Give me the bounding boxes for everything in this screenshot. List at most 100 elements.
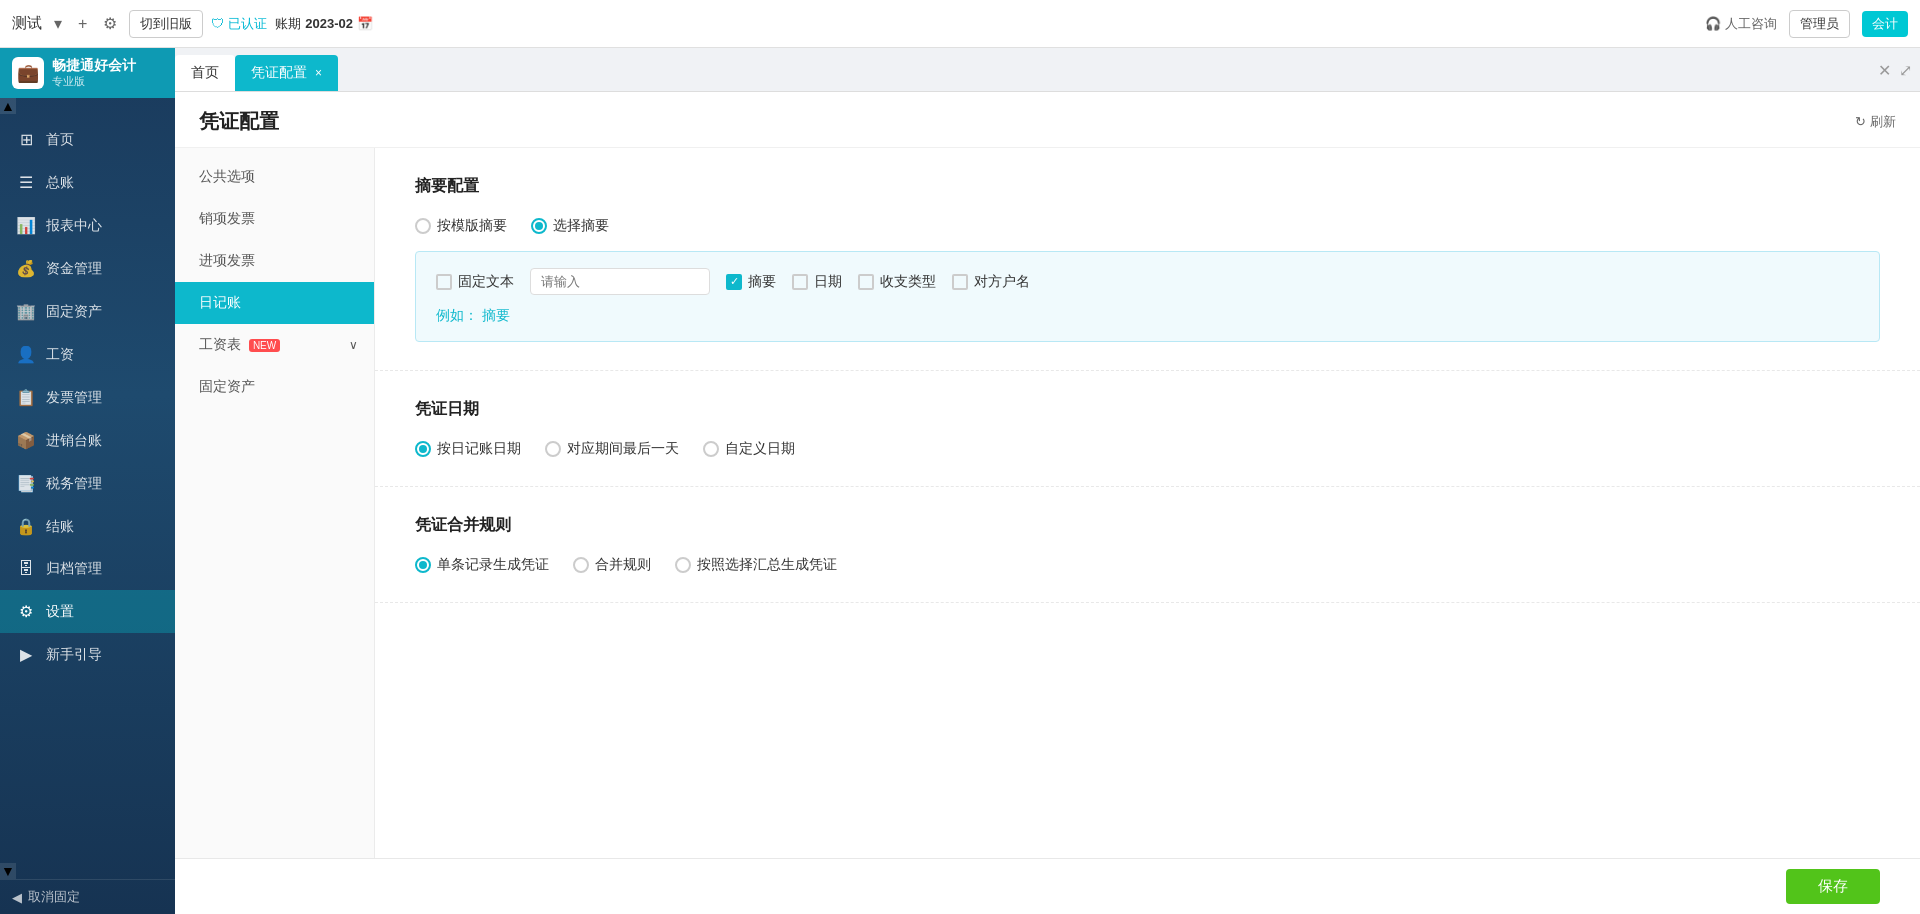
date-option-custom[interactable]: 自定义日期 <box>703 440 795 458</box>
sidebar-scroll-up-btn[interactable]: ▲ <box>0 98 16 114</box>
sidebar-item-close[interactable]: 🔒 结账 <box>0 505 175 548</box>
config-nav-journal[interactable]: 日记账 <box>175 282 374 324</box>
sidebar-item-tax[interactable]: 📑 税务管理 <box>0 462 175 505</box>
save-button[interactable]: 保存 <box>1786 869 1880 904</box>
tab-actions: ✕ ⤢ <box>1878 60 1912 79</box>
home-icon: ⊞ <box>16 130 36 149</box>
radio-last-day <box>545 441 561 457</box>
sidebar-item-ledger[interactable]: ☰ 总账 <box>0 161 175 204</box>
radio-choose <box>531 218 547 234</box>
radio-custom-date <box>703 441 719 457</box>
workspace-name: 测试 <box>12 14 42 33</box>
sidebar-logo: 💼 畅捷通好会计 专业版 <box>0 48 175 98</box>
tab-bar: 首页 凭证配置 × ✕ ⤢ <box>175 48 1920 92</box>
logo-text-block: 畅捷通好会计 专业版 <box>52 57 136 89</box>
shield-icon: 🛡 <box>211 16 224 31</box>
settings-nav-icon: ⚙ <box>16 602 36 621</box>
sidebar-item-label: 设置 <box>46 603 74 621</box>
check-income-type[interactable]: 收支类型 <box>858 273 936 291</box>
sidebar-item-label: 归档管理 <box>46 560 102 578</box>
sidebar-item-sales[interactable]: 📦 进销台账 <box>0 419 175 462</box>
sidebar-item-invoice[interactable]: 📋 发票管理 <box>0 376 175 419</box>
merge-section: 凭证合并规则 单条记录生成凭证 合并规则 <box>375 487 1920 603</box>
date-option-journal[interactable]: 按日记账日期 <box>415 440 521 458</box>
summary-option-choose[interactable]: 选择摘要 <box>531 217 609 235</box>
main-layout: 💼 畅捷通好会计 专业版 ▲ ⊞ 首页 ☰ 总账 📊 报表中心 💰 资金管理 <box>0 48 1920 914</box>
summary-options-row: 按模版摘要 选择摘要 <box>415 217 1880 235</box>
config-main: 摘要配置 按模版摘要 选择摘要 <box>375 148 1920 858</box>
sidebar-cancel-pin[interactable]: ◀ 取消固定 <box>0 879 175 914</box>
sidebar-item-label: 总账 <box>46 174 74 192</box>
sidebar-item-label: 工资 <box>46 346 74 364</box>
sidebar-item-assets[interactable]: 🏢 固定资产 <box>0 290 175 333</box>
checkbox-income-type <box>858 274 874 290</box>
settings-icon-btn[interactable]: ⚙ <box>99 10 121 37</box>
date-option-last-day[interactable]: 对应期间最后一天 <box>545 440 679 458</box>
sidebar-item-label: 新手引导 <box>46 646 102 664</box>
header-right: 🎧 人工咨询 管理员 会计 <box>1705 10 1908 38</box>
sidebar-item-payroll[interactable]: 👤 工资 <box>0 333 175 376</box>
config-nav-public[interactable]: 公共选项 <box>175 156 374 198</box>
config-nav-payroll-table[interactable]: 工资表 NEW ∨ <box>175 324 374 366</box>
sidebar-item-reports[interactable]: 📊 报表中心 <box>0 204 175 247</box>
sidebar-item-label: 进销台账 <box>46 432 102 450</box>
date-options-row: 按日记账日期 对应期间最后一天 自定义日期 <box>415 440 1880 458</box>
page-title: 凭证配置 <box>199 108 279 135</box>
headset-icon: 🎧 <box>1705 16 1721 31</box>
workspace-dropdown-btn[interactable]: ▾ <box>50 10 66 37</box>
fixed-text-input[interactable] <box>530 268 710 295</box>
tab-home[interactable]: 首页 <box>175 55 235 91</box>
tab-close-btn[interactable]: × <box>315 66 322 80</box>
checkbox-counterpart <box>952 274 968 290</box>
tab-voucher-config[interactable]: 凭证配置 × <box>235 55 338 91</box>
summary-panel: 固定文本 ✓ 摘要 日期 <box>415 251 1880 342</box>
check-counterpart[interactable]: 对方户名 <box>952 273 1030 291</box>
config-nav-purchase-invoice[interactable]: 进项发票 <box>175 240 374 282</box>
content-area: 首页 凭证配置 × ✕ ⤢ 凭证配置 ↻ 刷新 <box>175 48 1920 914</box>
page-header: 凭证配置 ↻ 刷新 <box>175 92 1920 148</box>
refresh-btn[interactable]: ↻ 刷新 <box>1855 113 1896 131</box>
close-accounts-icon: 🔒 <box>16 517 36 536</box>
radio-template <box>415 218 431 234</box>
sidebar-item-guide[interactable]: ▶ 新手引导 <box>0 633 175 676</box>
page-content: 凭证配置 ↻ 刷新 公共选项 销项发票 进项发票 <box>175 92 1920 914</box>
calendar-icon[interactable]: 📅 <box>357 16 373 31</box>
add-workspace-btn[interactable]: + <box>74 11 91 37</box>
merge-option-rules[interactable]: 合并规则 <box>573 556 651 574</box>
sidebar-item-home[interactable]: ⊞ 首页 <box>0 118 175 161</box>
spacer <box>375 603 1920 643</box>
sidebar: 💼 畅捷通好会计 专业版 ▲ ⊞ 首页 ☰ 总账 📊 报表中心 💰 资金管理 <box>0 48 175 914</box>
check-fixed-text[interactable]: 固定文本 <box>436 273 514 291</box>
check-abstract[interactable]: ✓ 摘要 <box>726 273 776 291</box>
logo-text: 畅捷通好会计 <box>52 57 136 74</box>
summary-section: 摘要配置 按模版摘要 选择摘要 <box>375 148 1920 371</box>
ledger-icon: ☰ <box>16 173 36 192</box>
radio-summary <box>675 557 691 573</box>
merge-option-summary[interactable]: 按照选择汇总生成凭证 <box>675 556 837 574</box>
user-btn[interactable]: 管理员 <box>1789 10 1850 38</box>
summary-option-template[interactable]: 按模版摘要 <box>415 217 507 235</box>
sidebar-item-label: 发票管理 <box>46 389 102 407</box>
merge-option-single[interactable]: 单条记录生成凭证 <box>415 556 549 574</box>
sidebar-item-settings[interactable]: ⚙ 设置 <box>0 590 175 633</box>
tab-close-window-btn[interactable]: ✕ <box>1878 60 1891 79</box>
config-nav-sales-invoice[interactable]: 销项发票 <box>175 198 374 240</box>
invoice-icon: 📋 <box>16 388 36 407</box>
sidebar-scroll-down-btn[interactable]: ▼ <box>0 863 16 879</box>
period-info: 账期 2023-02 📅 <box>275 15 373 33</box>
chevron-down-icon: ∨ <box>349 338 358 352</box>
date-section: 凭证日期 按日记账日期 对应期间最后一天 <box>375 371 1920 487</box>
sidebar-item-capital[interactable]: 💰 资金管理 <box>0 247 175 290</box>
consult-btn[interactable]: 🎧 人工咨询 <box>1705 15 1777 33</box>
summary-fields-row: 固定文本 ✓ 摘要 日期 <box>436 268 1859 295</box>
sidebar-item-archive[interactable]: 🗄 归档管理 <box>0 548 175 590</box>
role-btn[interactable]: 会计 <box>1862 11 1908 37</box>
refresh-icon: ↻ <box>1855 114 1866 129</box>
config-nav-fixed-assets[interactable]: 固定资产 <box>175 366 374 408</box>
pin-left-icon: ◀ <box>12 890 22 905</box>
switch-old-version-btn[interactable]: 切到旧版 <box>129 10 203 38</box>
top-header: 测试 ▾ + ⚙ 切到旧版 🛡 已认证 账期 2023-02 📅 🎧 人工咨询 … <box>0 0 1920 48</box>
tab-maximize-btn[interactable]: ⤢ <box>1899 60 1912 79</box>
check-date[interactable]: 日期 <box>792 273 842 291</box>
radio-single <box>415 557 431 573</box>
